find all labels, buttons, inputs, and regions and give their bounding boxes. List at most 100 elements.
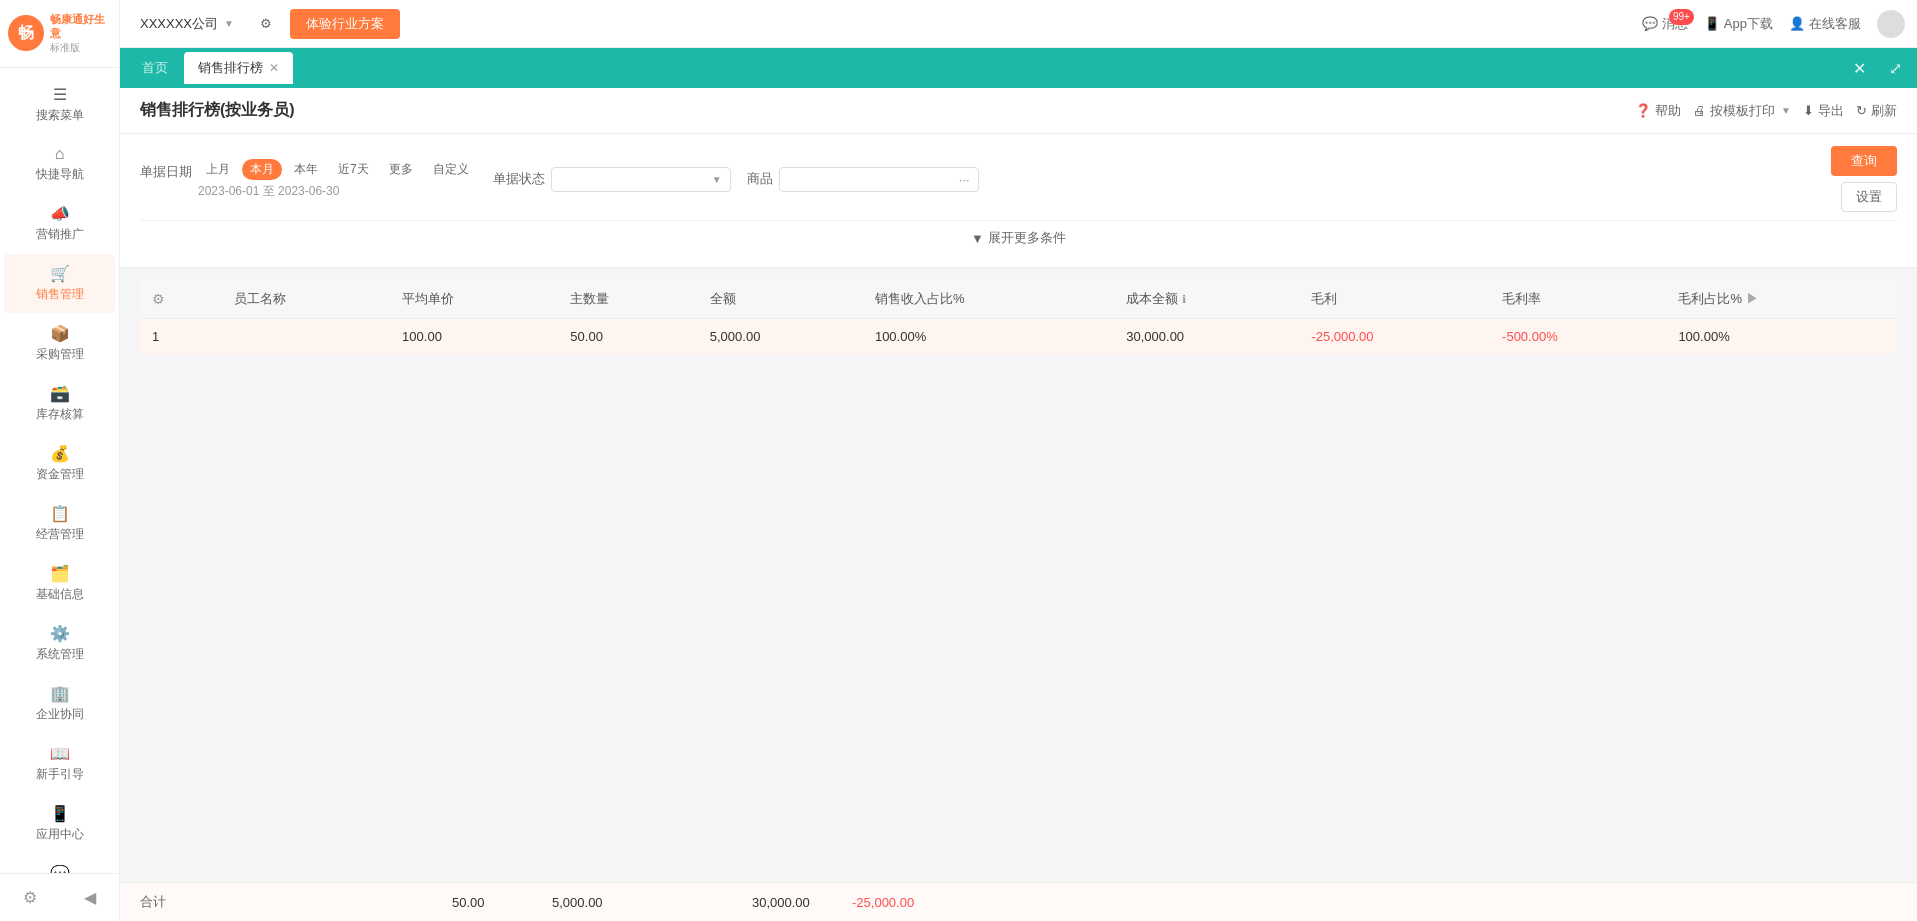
logo-text: 畅康通好生意 标准版 <box>50 12 111 55</box>
refresh-button[interactable]: ↻ 刷新 <box>1856 102 1897 120</box>
help-button[interactable]: ❓ 帮助 <box>1635 102 1681 120</box>
sidebar-icon-system: ⚙️ <box>50 624 70 643</box>
sidebar-item-quick-nav[interactable]: ⌂快捷导航 <box>4 135 115 193</box>
date-tab-this-month[interactable]: 本月 <box>242 159 282 180</box>
date-tab-last-month[interactable]: 上月 <box>198 159 238 180</box>
cell-avg-price: 100.00 <box>390 319 558 355</box>
export-button[interactable]: ⬇ 导出 <box>1803 102 1844 120</box>
settings-config-button[interactable]: 设置 <box>1841 182 1897 212</box>
col-settings-icon[interactable]: ⚙ <box>152 291 165 307</box>
sidebar-item-inventory[interactable]: 🗃️库存核算 <box>4 374 115 433</box>
sidebar-label-system: 系统管理 <box>36 646 84 663</box>
refresh-icon: ↻ <box>1856 103 1867 118</box>
page-header: 销售排行榜(按业务员) ❓ 帮助 🖨 按模板打印 ▼ ⬇ 导出 ↻ 刷新 <box>120 88 1917 134</box>
logo: 畅 畅康通好生意 标准版 <box>0 0 119 68</box>
col-quantity: 主数量 <box>558 280 697 319</box>
print-arrow-icon[interactable]: ▼ <box>1781 105 1791 116</box>
sidebar-item-enterprise[interactable]: 🏢企业协同 <box>4 674 115 733</box>
sidebar-icon-search-order: ☰ <box>53 85 67 104</box>
action-buttons: 查询 设置 <box>1831 146 1897 212</box>
sidebar-item-app-center[interactable]: 📱应用中心 <box>4 794 115 853</box>
table-row: 1 100.00 50.00 5,000.00 100.00% 30,000.0… <box>140 319 1897 355</box>
cell-rank: 1 <box>140 319 222 355</box>
sidebar-item-sales[interactable]: 🛒销售管理 <box>4 254 115 313</box>
sidebar-item-marketing[interactable]: 📣营销推广 <box>4 194 115 253</box>
col-rank[interactable]: ⚙ <box>140 280 222 319</box>
topbar-settings-button[interactable]: ⚙ <box>252 10 280 38</box>
app-download-icon: 📱 <box>1704 16 1720 31</box>
tab-close-all-icon[interactable]: ✕ <box>1845 54 1873 82</box>
online-service-label: 在线客服 <box>1809 15 1861 33</box>
footer-quantity: 50.00 <box>440 895 540 910</box>
help-label: 帮助 <box>1655 102 1681 120</box>
col-gross: 毛利 <box>1299 280 1490 319</box>
app-download-label: App下载 <box>1724 15 1773 33</box>
print-button[interactable]: 🖨 按模板打印 ▼ <box>1693 102 1791 120</box>
trial-button[interactable]: 体验行业方案 <box>290 9 400 39</box>
collapse-icon[interactable]: ◀ <box>80 884 100 911</box>
date-range-text: 2023-06-01 至 2023-06-30 <box>198 183 477 200</box>
date-tab-custom[interactable]: 自定义 <box>425 159 477 180</box>
goods-input[interactable]: ··· <box>779 167 979 192</box>
message-button[interactable]: 💬 消息 99+ <box>1642 15 1688 33</box>
tab-sales-rank[interactable]: 销售排行榜 ✕ <box>184 52 293 84</box>
cost-info-icon: ℹ <box>1182 293 1186 305</box>
sidebar-item-search-order[interactable]: ☰搜索菜单 <box>4 75 115 134</box>
date-tab-last-7days[interactable]: 近7天 <box>330 159 377 180</box>
online-service-button[interactable]: 👤 在线客服 <box>1789 15 1861 33</box>
status-filter-label: 单据状态 <box>493 170 545 188</box>
table-container: ⚙ 员工名称 平均单价 主数量 全额 销售收入占比% 成本全额 ℹ 毛利 毛利率… <box>120 268 1917 882</box>
sidebar-item-operations[interactable]: 📋经营管理 <box>4 494 115 553</box>
sidebar-icon-app-center: 📱 <box>50 804 70 823</box>
goods-more-icon: ··· <box>959 172 970 187</box>
status-select[interactable]: ▼ <box>551 167 731 192</box>
sidebar-label-marketing: 营销推广 <box>36 226 84 243</box>
sidebar-icon-purchase: 📦 <box>50 324 70 343</box>
date-tab-more[interactable]: 更多 <box>381 159 421 180</box>
settings-footer-icon[interactable]: ⚙ <box>19 884 41 911</box>
sidebar-item-guide[interactable]: 📖新手引导 <box>4 734 115 793</box>
col-employee: 员工名称 <box>222 280 390 319</box>
sidebar-label-basic-info: 基础信息 <box>36 586 84 603</box>
tab-home[interactable]: 首页 <box>128 52 182 84</box>
cell-cost: 30,000.00 <box>1114 319 1299 355</box>
tab-sales-rank-close[interactable]: ✕ <box>269 61 279 75</box>
logo-icon: 畅 <box>8 15 44 51</box>
cell-sales-ratio: 100.00% <box>863 319 1114 355</box>
table-head: ⚙ 员工名称 平均单价 主数量 全额 销售收入占比% 成本全额 ℹ 毛利 毛利率… <box>140 280 1897 319</box>
sidebar-item-purchase[interactable]: 📦采购管理 <box>4 314 115 373</box>
status-select-value <box>560 172 564 187</box>
company-selector[interactable]: XXXXXX公司 ▼ <box>132 11 242 37</box>
export-label: 导出 <box>1818 102 1844 120</box>
sidebar-icon-enterprise-wechat: 💬 <box>50 864 70 873</box>
online-service-icon: 👤 <box>1789 16 1805 31</box>
print-label: 按模板打印 <box>1710 102 1775 120</box>
sidebar-item-basic-info[interactable]: 🗂️基础信息 <box>4 554 115 613</box>
footer-gross: -25,000.00 <box>840 895 940 910</box>
cell-gross-rate: -500.00% <box>1490 319 1666 355</box>
sidebar-item-finance[interactable]: 💰资金管理 <box>4 434 115 493</box>
col-gross-ratio: 毛利占比% ▶ <box>1666 280 1897 319</box>
content: 销售排行榜(按业务员) ❓ 帮助 🖨 按模板打印 ▼ ⬇ 导出 ↻ 刷新 <box>120 88 1917 921</box>
query-button[interactable]: 查询 <box>1831 146 1897 176</box>
filter-bar: 单据日期 上月 本月 本年 近7天 更多 自定义 2023-06-01 至 20… <box>120 134 1917 268</box>
sidebar-item-enterprise-wechat[interactable]: 💬企业微信 <box>4 854 115 873</box>
expand-conditions-button[interactable]: ▼ 展开更多条件 <box>971 229 1066 247</box>
cell-amount: 5,000.00 <box>698 319 863 355</box>
avatar[interactable] <box>1877 10 1905 38</box>
main: XXXXXX公司 ▼ ⚙ 体验行业方案 💬 消息 99+ 📱 App下载 👤 在… <box>120 0 1917 921</box>
date-tabs-container: 上月 本月 本年 近7天 更多 自定义 2023-06-01 至 2023-06… <box>198 159 477 200</box>
date-tab-this-year[interactable]: 本年 <box>286 159 326 180</box>
tab-expand-icon[interactable]: ⤢ <box>1881 54 1909 82</box>
date-filter-group: 单据日期 上月 本月 本年 近7天 更多 自定义 2023-06-01 至 20… <box>140 159 477 200</box>
tab-home-label: 首页 <box>142 59 168 77</box>
goods-filter-group: 商品 ··· <box>747 167 979 192</box>
sidebar-label-quick-nav: 快捷导航 <box>36 166 84 183</box>
print-icon: 🖨 <box>1693 103 1706 118</box>
col-cost: 成本全额 ℹ <box>1114 280 1299 319</box>
sidebar-item-system[interactable]: ⚙️ 系统管理 <box>4 614 115 673</box>
app-download-button[interactable]: 📱 App下载 <box>1704 15 1773 33</box>
tab-sales-rank-label: 销售排行榜 <box>198 59 263 77</box>
table-header-row: ⚙ 员工名称 平均单价 主数量 全额 销售收入占比% 成本全额 ℹ 毛利 毛利率… <box>140 280 1897 319</box>
filter-row: 单据日期 上月 本月 本年 近7天 更多 自定义 2023-06-01 至 20… <box>140 146 1897 212</box>
